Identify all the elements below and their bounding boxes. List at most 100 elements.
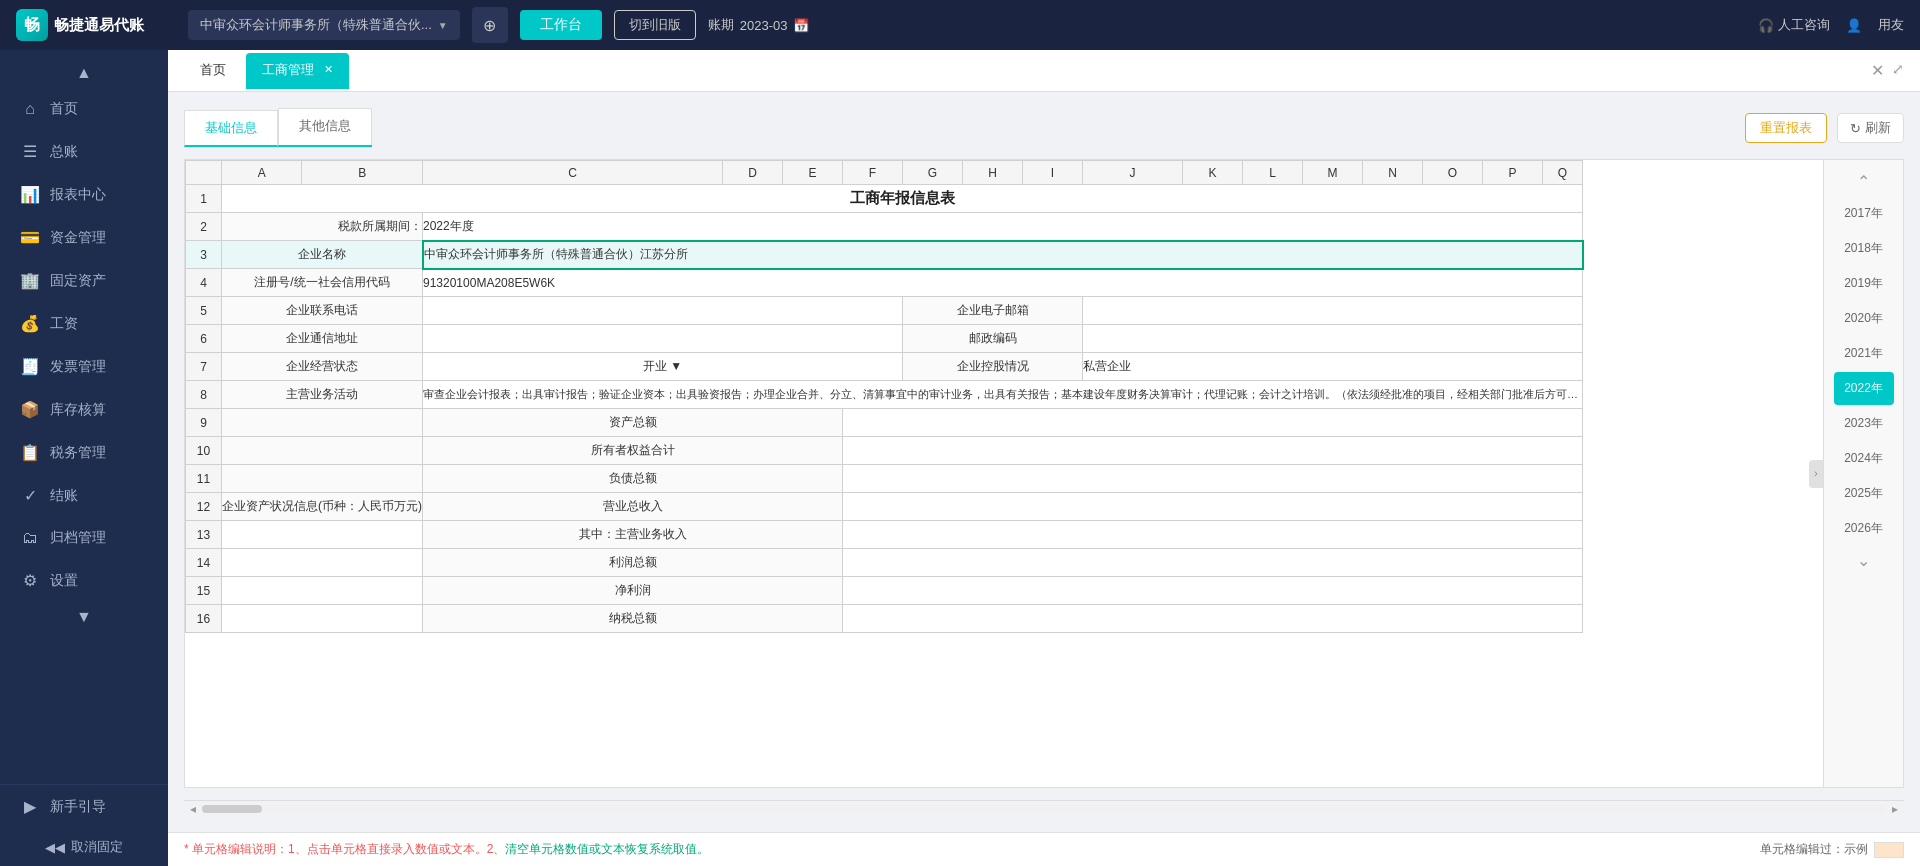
cell-title[interactable]: 工商年报信息表 (222, 185, 1583, 213)
workbench-button[interactable]: 工作台 (520, 10, 602, 40)
year-2026[interactable]: 2026年 (1834, 512, 1894, 545)
sidebar-scroll-up[interactable]: ▲ (0, 58, 168, 88)
col-E: E (783, 161, 843, 185)
sidebar-item-salary[interactable]: 💰 工资 (0, 302, 168, 345)
sidebar-item-funds[interactable]: 💳 资金管理 (0, 216, 168, 259)
sidebar-label-funds: 资金管理 (50, 229, 106, 247)
refresh-button[interactable]: ↻ 刷新 (1837, 113, 1904, 143)
cell-postcode-value[interactable] (1083, 325, 1583, 353)
cell-edit-note: * 单元格编辑说明：1、点击单元格直接录入数值或文本。2、清空单元格数值或文本恢… (184, 841, 709, 858)
sidebar-item-ledger[interactable]: ☰ 总账 (0, 130, 168, 173)
chevron-down-icon: ▼ (438, 20, 448, 31)
cell-company-value[interactable]: 中审众环会计师事务所（特殊普通合伙）江苏分所 (423, 241, 1583, 269)
year-2024[interactable]: 2024年 (1834, 442, 1894, 475)
scroll-right-arrow[interactable]: ▸ (1890, 802, 1900, 816)
sidebar-label-settings: 设置 (50, 572, 78, 590)
row-num-2: 2 (186, 213, 222, 241)
cell-revenue-value[interactable] (843, 493, 1583, 521)
main-content: 首页 工商管理 ✕ ✕ ⤢ 基础信息 其他信息 (168, 50, 1920, 866)
col-F: F (843, 161, 903, 185)
cell-status-value[interactable]: 开业 ▼ (423, 353, 903, 381)
cell-email-label: 企业电子邮箱 (903, 297, 1083, 325)
cell-profit-value[interactable] (843, 549, 1583, 577)
expand-icon[interactable]: ⤢ (1892, 61, 1904, 80)
row-num-8: 8 (186, 381, 222, 409)
cell-edit-label: 单元格编辑过：示例 (1760, 841, 1868, 858)
sheet-main[interactable]: A B C D E F G H I J K L (185, 160, 1823, 787)
year-2022[interactable]: 2022年 (1834, 372, 1894, 405)
scroll-track[interactable] (202, 805, 1886, 813)
copy-icon[interactable]: ⊕ (472, 7, 508, 43)
sidebar-item-closing[interactable]: ✓ 结账 (0, 474, 168, 517)
year-2017[interactable]: 2017年 (1834, 197, 1894, 230)
sidebar-item-invoice[interactable]: 🧾 发票管理 (0, 345, 168, 388)
tab-business[interactable]: 工商管理 ✕ (246, 53, 349, 89)
cell-reg-value[interactable]: 91320100MA208E5W6K (423, 269, 1583, 297)
cell-netprofit-value[interactable] (843, 577, 1583, 605)
scroll-left-arrow[interactable]: ◂ (188, 802, 198, 816)
reset-report-button[interactable]: 重置报表 (1745, 113, 1827, 143)
close-tab-icon[interactable]: ✕ (324, 63, 333, 76)
year-2020[interactable]: 2020年 (1834, 302, 1894, 335)
sidebar-item-tax[interactable]: 📋 税务管理 (0, 431, 168, 474)
switch-version-button[interactable]: 切到旧版 (614, 10, 696, 40)
table-row: 9 资产总额 (186, 409, 1583, 437)
company-selector[interactable]: 中审众环会计师事务所（特殊普通合伙... ▼ (188, 10, 460, 40)
scroll-thumb[interactable] (202, 805, 262, 813)
calendar-icon[interactable]: 📅 (793, 18, 809, 33)
row-num-12: 12 (186, 493, 222, 521)
panel-collapse-button[interactable]: › (1809, 460, 1823, 488)
sidebar-item-home[interactable]: ⌂ 首页 (0, 88, 168, 130)
table-row: 15 净利润 (186, 577, 1583, 605)
close-window-icon[interactable]: ✕ (1871, 61, 1884, 80)
table-row: 6 企业通信地址 邮政编码 (186, 325, 1583, 353)
horizontal-scrollbar[interactable]: ◂ ▸ (184, 800, 1904, 816)
cell-phone-value[interactable] (423, 297, 903, 325)
cell-equity-label: 所有者权益合计 (423, 437, 843, 465)
user-icon: 👤 (1846, 18, 1862, 33)
year-2019[interactable]: 2019年 (1834, 267, 1894, 300)
content-area: 基础信息 其他信息 重置报表 ↻ 刷新 (168, 92, 1920, 832)
cell-period-value[interactable]: 2022年度 (423, 213, 1583, 241)
layout: ▲ ⌂ 首页 ☰ 总账 📊 报表中心 💳 资金管理 🏢 固定资产 💰 工资 🧾 … (0, 50, 1920, 866)
sidebar-pin-button[interactable]: ◀◀ 取消固定 (0, 828, 168, 866)
sub-tabs-toolbar: 基础信息 其他信息 重置报表 ↻ 刷新 (184, 108, 1904, 147)
cell-control-value[interactable]: 私营企业 (1083, 353, 1583, 381)
year-2025[interactable]: 2025年 (1834, 477, 1894, 510)
logo: 畅 畅捷通易代账 (16, 9, 176, 41)
sidebar-item-assets[interactable]: 🏢 固定资产 (0, 259, 168, 302)
sidebar-scroll-down[interactable]: ▼ (0, 602, 168, 632)
year-2021[interactable]: 2021年 (1834, 337, 1894, 370)
sub-tab-basic[interactable]: 基础信息 (184, 110, 278, 147)
cell-addr-value[interactable] (423, 325, 903, 353)
col-Q: Q (1543, 161, 1583, 185)
funds-icon: 💳 (20, 228, 40, 247)
cell-main-rev-value[interactable] (843, 521, 1583, 549)
headphone-icon: 🎧 (1758, 18, 1774, 33)
year-2023[interactable]: 2023年 (1834, 407, 1894, 440)
cell-revenue-label: 营业总收入 (423, 493, 843, 521)
sidebar-item-reports[interactable]: 📊 报表中心 (0, 173, 168, 216)
sidebar-item-guide[interactable]: ▶ 新手引导 (0, 785, 168, 828)
cell-tax-total-value[interactable] (843, 605, 1583, 633)
cell-liab-value[interactable] (843, 465, 1583, 493)
sub-tab-other[interactable]: 其他信息 (278, 108, 372, 145)
col-C: C (423, 161, 723, 185)
cell-equity-group (222, 437, 423, 465)
clear-note: 清空单元格数值或文本恢复系统取值。 (505, 842, 709, 856)
sidebar-item-settings[interactable]: ⚙ 设置 (0, 559, 168, 602)
year-2018[interactable]: 2018年 (1834, 232, 1894, 265)
year-nav-down[interactable]: ⌄ (1853, 547, 1874, 574)
cell-business-value[interactable]: 审查企业会计报表；出具审计报告；验证企业资本；出具验资报告；办理企业合并、分立、… (423, 381, 1583, 409)
tab-home[interactable]: 首页 (184, 53, 242, 89)
year-nav-up[interactable]: ⌃ (1853, 168, 1874, 195)
sidebar-item-archive[interactable]: 🗂 归档管理 (0, 517, 168, 559)
row-num-9: 9 (186, 409, 222, 437)
table-row: 16 纳税总额 (186, 605, 1583, 633)
tax-icon: 📋 (20, 443, 40, 462)
cell-total-assets-value[interactable] (843, 409, 1583, 437)
cell-email-value[interactable] (1083, 297, 1583, 325)
cell-equity-value[interactable] (843, 437, 1583, 465)
sidebar-item-inventory[interactable]: 📦 库存核算 (0, 388, 168, 431)
ai-consult-button[interactable]: 🎧 人工咨询 (1758, 16, 1830, 34)
